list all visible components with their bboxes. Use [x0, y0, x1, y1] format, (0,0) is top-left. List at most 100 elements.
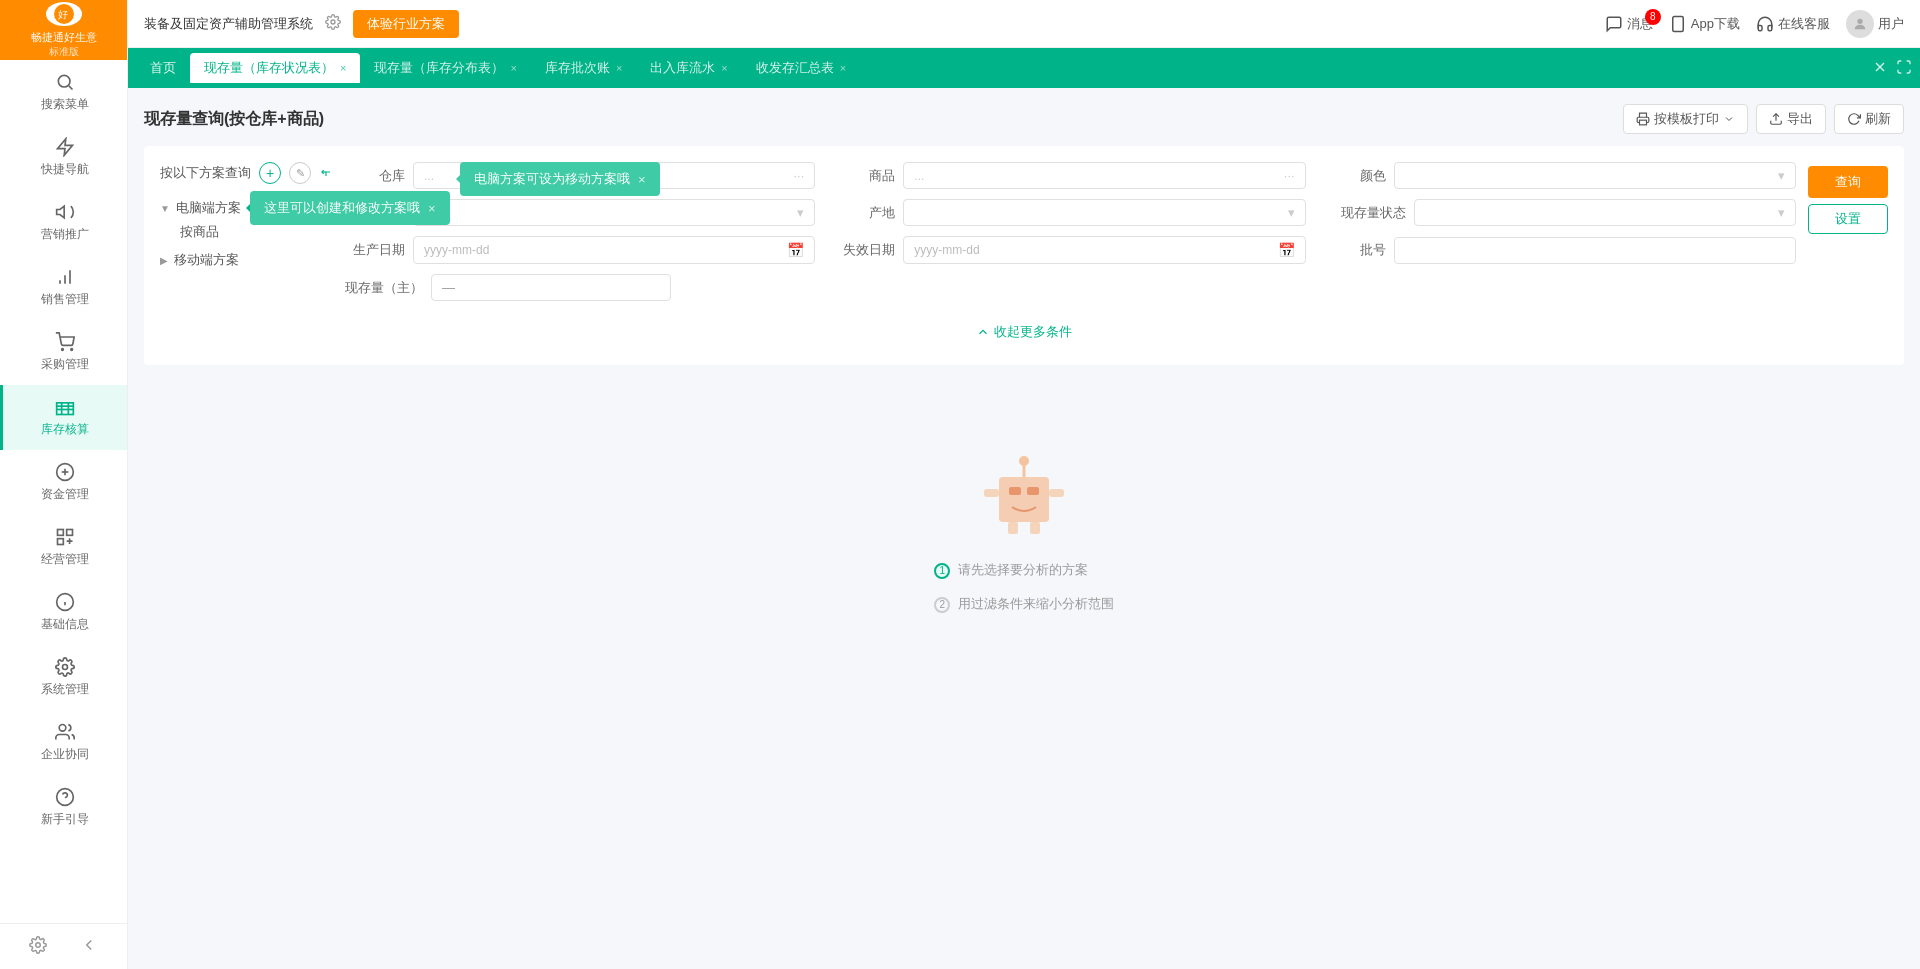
user-label: 用户: [1878, 15, 1904, 33]
logo-text: 畅捷通好生意: [31, 30, 97, 45]
print-icon: [1636, 112, 1650, 126]
sidebar-item-quick-nav[interactable]: 快捷导航: [0, 125, 127, 190]
sidebar-item-label: 采购管理: [41, 356, 89, 373]
empty-tip2: 2 用过滤条件来缩小分析范围: [934, 591, 1113, 617]
sidebar-item-label: 企业协同: [41, 746, 89, 763]
tab-close-icon[interactable]: ×: [721, 62, 727, 74]
sidebar-item-sales[interactable]: 销售管理: [0, 255, 127, 320]
sidebar-item-operations[interactable]: 经营管理: [0, 515, 127, 580]
sidebar-item-enterprise[interactable]: 企业协同: [0, 710, 127, 775]
color-label: 颜色: [1326, 167, 1386, 185]
svg-point-37: [1019, 456, 1029, 466]
avatar: [1846, 10, 1874, 38]
empty-tips: 1 请先选择要分析的方案 2 用过滤条件来缩小分析范围: [934, 557, 1113, 617]
tab-close-icon[interactable]: ×: [840, 62, 846, 74]
sidebar-item-system[interactable]: 系统管理: [0, 645, 127, 710]
collapse-sidebar-icon[interactable]: [80, 936, 98, 957]
main-content: 装备及固定资产辅助管理系统 体验行业方案 8 消息 App下载 在线客服: [128, 0, 1920, 969]
tab-home[interactable]: 首页: [136, 53, 190, 83]
svg-rect-15: [67, 530, 73, 536]
filter-header-label: 按以下方案查询: [160, 164, 251, 182]
scheme-mobile-title[interactable]: ▶ 移动端方案: [160, 248, 333, 272]
produce-date-input[interactable]: yyyy-mm-dd 📅: [413, 236, 815, 264]
search-button[interactable]: 查询: [1808, 166, 1888, 198]
expire-date-input[interactable]: yyyy-mm-dd 📅: [903, 236, 1305, 264]
empty-illustration: [974, 437, 1074, 537]
tab-batch-account[interactable]: 库存批次账 ×: [531, 53, 636, 83]
tab-receive-summary[interactable]: 收发存汇总表 ×: [742, 53, 860, 83]
refresh-label: 刷新: [1865, 110, 1891, 128]
tab-close-icon[interactable]: ×: [510, 62, 516, 74]
svg-point-24: [36, 943, 41, 948]
svg-rect-40: [1008, 522, 1018, 534]
tooltip2-close[interactable]: ×: [428, 201, 436, 216]
filter-color: 颜色 ▾: [1326, 162, 1796, 189]
collapse-bar[interactable]: 收起更多条件: [160, 315, 1888, 349]
tab-close-icon[interactable]: ×: [340, 62, 346, 74]
tab-fullscreen-icon[interactable]: [1896, 59, 1912, 78]
lightning-icon: [55, 137, 75, 157]
goods-input[interactable]: ... ···: [903, 162, 1305, 189]
svg-rect-38: [984, 489, 999, 497]
sidebar-item-label: 系统管理: [41, 681, 89, 698]
app-download-wrap[interactable]: App下载: [1669, 15, 1740, 33]
sidebar-item-finance[interactable]: 资金管理: [0, 450, 127, 515]
edit-scheme-btn[interactable]: ✎: [289, 162, 311, 184]
user-wrap[interactable]: 用户: [1846, 10, 1904, 38]
print-button[interactable]: 按模板打印: [1623, 104, 1748, 134]
tooltip1-text: 电脑方案可设为移动方案哦: [474, 170, 630, 188]
filter-goods: 商品 ... ···: [835, 162, 1305, 189]
tab-inventory-status[interactable]: 现存量（库存状况表） ×: [190, 53, 360, 83]
origin-input[interactable]: ▾: [903, 199, 1305, 226]
arrow-back-icon[interactable]: [319, 165, 333, 182]
message-icon-wrap[interactable]: 8 消息: [1605, 15, 1653, 33]
svg-text:好: 好: [58, 9, 68, 20]
tab-inventory-dist[interactable]: 现存量（库存分布表） ×: [360, 53, 530, 83]
scheme-mobile-label: 移动端方案: [174, 251, 239, 269]
stock-main-input[interactable]: —: [431, 274, 671, 301]
color-input[interactable]: ▾: [1394, 162, 1796, 189]
tab-label: 现存量（库存分布表）: [374, 59, 504, 77]
empty-state: 1 请先选择要分析的方案 2 用过滤条件来缩小分析范围: [144, 377, 1904, 677]
sidebar-item-inventory[interactable]: 库存核算: [0, 385, 127, 450]
tab-inout-flow[interactable]: 出入库流水 ×: [636, 53, 741, 83]
page-actions: 按模板打印 导出 刷新: [1623, 104, 1904, 134]
sidebar-item-marketing[interactable]: 营销推广: [0, 190, 127, 255]
sidebar-item-search-menu[interactable]: 搜索菜单: [0, 60, 127, 125]
sidebar-item-purchase[interactable]: 采购管理: [0, 320, 127, 385]
filter-produce-date: 生产日期 yyyy-mm-dd 📅: [345, 236, 815, 264]
refresh-button[interactable]: 刷新: [1834, 104, 1904, 134]
tab-close-all-icon[interactable]: [1872, 59, 1888, 78]
search-icon: [55, 72, 75, 92]
message-icon: [1605, 15, 1623, 33]
svg-point-2: [58, 75, 70, 87]
add-scheme-btn[interactable]: + 这里可以创建和修改方案哦 ×: [259, 162, 281, 184]
logo: 好 畅捷通好生意 标准版: [0, 0, 127, 60]
online-support-wrap[interactable]: 在线客服: [1756, 15, 1830, 33]
svg-line-3: [69, 86, 73, 90]
settings-bottom-icon[interactable]: [29, 936, 47, 957]
batch-input[interactable]: [1394, 237, 1796, 264]
calendar-icon1[interactable]: 📅: [787, 242, 804, 258]
reset-button[interactable]: 设置: [1808, 204, 1888, 234]
print-label: 按模板打印: [1654, 110, 1719, 128]
tooltip1-close[interactable]: ×: [638, 172, 646, 187]
filter-origin: 产地 ▾: [835, 199, 1305, 226]
tooltip-set-mobile: 电脑方案可设为移动方案哦 ×: [460, 162, 660, 196]
cart-icon: [55, 332, 75, 352]
export-button[interactable]: 导出: [1756, 104, 1826, 134]
tab-bar-right: [1872, 59, 1912, 78]
size-input[interactable]: ▾: [413, 199, 815, 226]
filter-row2: 尺码 ▾ 产地 ▾: [345, 199, 1796, 226]
sidebar-item-guide[interactable]: 新手引导: [0, 775, 127, 840]
trial-button[interactable]: 体验行业方案: [353, 10, 459, 38]
calendar-icon2[interactable]: 📅: [1278, 242, 1295, 258]
tab-close-icon[interactable]: ×: [616, 62, 622, 74]
tooltip2-text: 这里可以创建和修改方案哦: [264, 199, 420, 217]
settings-icon[interactable]: [325, 14, 341, 33]
stock-status-input[interactable]: ▾: [1414, 199, 1796, 226]
sidebar-item-basic-info[interactable]: 基础信息: [0, 580, 127, 645]
sidebar-item-label: 营销推广: [41, 226, 89, 243]
svg-rect-33: [999, 477, 1049, 522]
warehouse-icon: [55, 397, 75, 417]
